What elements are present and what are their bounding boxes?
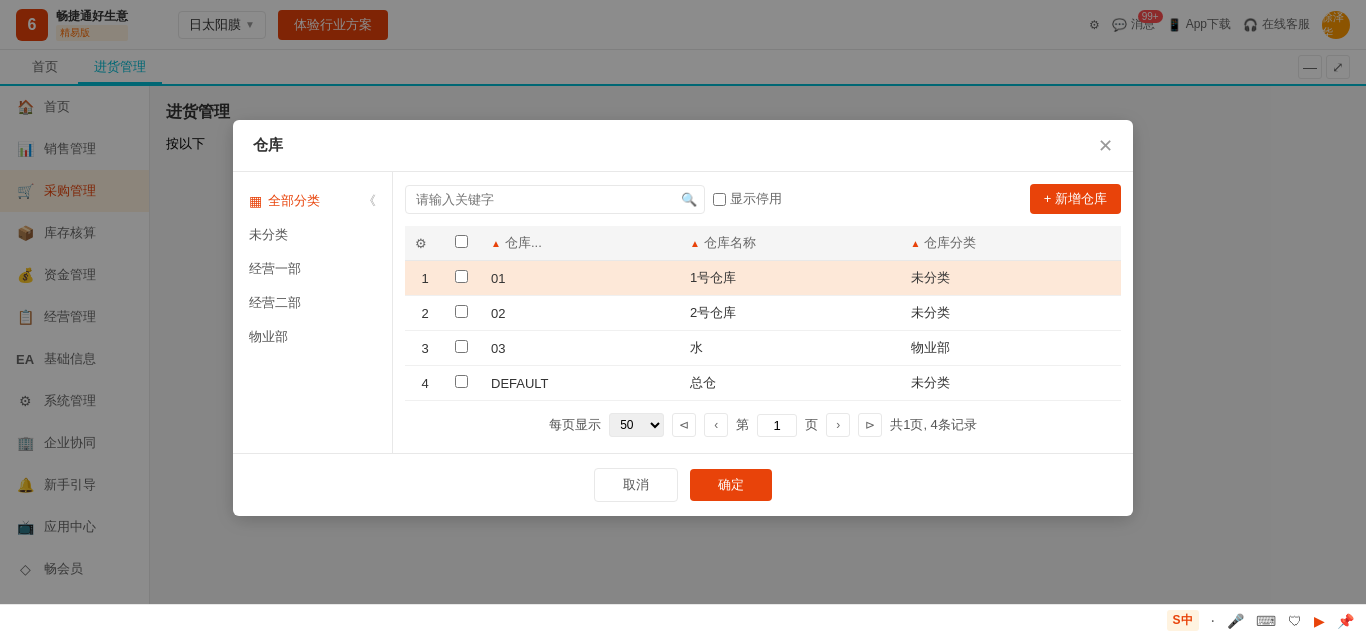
th-name: ▲ 仓库名称 <box>680 226 900 261</box>
category-all-header[interactable]: ▦ 全部分类 《 <box>233 184 392 218</box>
pin-icon[interactable]: 📌 <box>1337 613 1354 629</box>
confirm-button[interactable]: 确定 <box>690 469 772 501</box>
category-item-ops2[interactable]: 经营二部 <box>233 286 392 320</box>
category-all-label: 全部分类 <box>268 192 320 210</box>
row-num-1: 1 <box>405 261 445 296</box>
row-code-2: 02 <box>481 296 680 331</box>
row-code-4: DEFAULT <box>481 366 680 401</box>
row-check-4 <box>445 366 481 401</box>
row-check-2 <box>445 296 481 331</box>
table-row[interactable]: 1 01 1号仓库 未分类 <box>405 261 1121 296</box>
th-code: ▲ 仓库... <box>481 226 680 261</box>
row-category-2: 未分类 <box>901 296 1121 331</box>
search-input[interactable] <box>405 185 705 214</box>
table-panel: 🔍 显示停用 + 新增仓库 ⚙ <box>393 172 1133 453</box>
page-input[interactable] <box>757 414 797 437</box>
search-input-wrap: 🔍 <box>405 185 705 214</box>
row-category-4: 未分类 <box>901 366 1121 401</box>
category-item-ops1[interactable]: 经营一部 <box>233 252 392 286</box>
row-check-3 <box>445 331 481 366</box>
row-name-3: 水 <box>680 331 900 366</box>
collapse-icon[interactable]: 《 <box>363 192 376 210</box>
mic-icon[interactable]: 🎤 <box>1227 613 1244 629</box>
sort-icon: ▲ <box>491 238 501 249</box>
th-checkbox <box>445 226 481 261</box>
page-label-pre: 第 <box>736 416 749 434</box>
next-page-button[interactable]: › <box>826 413 850 437</box>
modal-footer: 取消 确定 <box>233 453 1133 516</box>
table-row[interactable]: 2 02 2号仓库 未分类 <box>405 296 1121 331</box>
prev-page-button[interactable]: ‹ <box>704 413 728 437</box>
add-warehouse-button[interactable]: + 新增仓库 <box>1030 184 1121 214</box>
show-disabled-checkbox[interactable] <box>713 193 726 206</box>
th-category: ▲ 仓库分类 <box>901 226 1121 261</box>
row-code-3: 03 <box>481 331 680 366</box>
dot-indicator: · <box>1211 612 1215 630</box>
sort-icon3: ▲ <box>911 238 921 249</box>
row-name-4: 总仓 <box>680 366 900 401</box>
play-icon[interactable]: ▶ <box>1314 613 1325 629</box>
modal-body: ▦ 全部分类 《 未分类 经营一部 经营二部 物业部 🔍 <box>233 172 1133 453</box>
table-header-row: ⚙ ▲ 仓库... <box>405 226 1121 261</box>
table-container: ⚙ ▲ 仓库... <box>405 226 1121 401</box>
modal-overlay: 仓库 ✕ ▦ 全部分类 《 未分类 经营一部 经营二部 物业部 <box>0 0 1366 636</box>
grid-icon: ▦ <box>249 193 262 209</box>
row-check-1 <box>445 261 481 296</box>
table-head: ⚙ ▲ 仓库... <box>405 226 1121 261</box>
total-info: 共1页, 4条记录 <box>890 416 977 434</box>
row-num-2: 2 <box>405 296 445 331</box>
settings-icon: ⚙ <box>415 236 427 251</box>
search-icon[interactable]: 🔍 <box>681 192 697 207</box>
per-page-label: 每页显示 <box>549 416 601 434</box>
page-label: 页 <box>805 416 818 434</box>
category-item-property[interactable]: 物业部 <box>233 320 392 354</box>
last-page-button[interactable]: ⊳ <box>858 413 882 437</box>
table-body: 1 01 1号仓库 未分类 2 02 2号仓库 <box>405 261 1121 401</box>
row-name-1: 1号仓库 <box>680 261 900 296</box>
shield-icon: 🛡 <box>1288 613 1302 629</box>
row-code-1: 01 <box>481 261 680 296</box>
table-row[interactable]: 4 DEFAULT 总仓 未分类 <box>405 366 1121 401</box>
th-gear: ⚙ <box>405 226 445 261</box>
first-page-button[interactable]: ⊲ <box>672 413 696 437</box>
pagination: 每页显示 50 100 ⊲ ‹ 第 页 › ⊳ 共1页, 4条记录 <box>405 401 1121 441</box>
category-panel: ▦ 全部分类 《 未分类 经营一部 经营二部 物业部 <box>233 172 393 453</box>
sort-icon2: ▲ <box>690 238 700 249</box>
row-category-3: 物业部 <box>901 331 1121 366</box>
category-item-uncategorized[interactable]: 未分类 <box>233 218 392 252</box>
per-page-select[interactable]: 50 100 <box>609 413 664 437</box>
show-disabled-label[interactable]: 显示停用 <box>713 190 782 208</box>
keyboard-icon[interactable]: ⌨ <box>1256 613 1276 629</box>
table-toolbar: 🔍 显示停用 + 新增仓库 <box>405 184 1121 214</box>
row-num-4: 4 <box>405 366 445 401</box>
row-category-1: 未分类 <box>901 261 1121 296</box>
row-name-2: 2号仓库 <box>680 296 900 331</box>
modal-header: 仓库 ✕ <box>233 120 1133 172</box>
modal-title: 仓库 <box>253 136 283 155</box>
warehouse-modal: 仓库 ✕ ▦ 全部分类 《 未分类 经营一部 经营二部 物业部 <box>233 120 1133 516</box>
select-all-checkbox[interactable] <box>455 235 468 248</box>
bottom-bar: S中 · 🎤 ⌨ 🛡 ▶ 📌 <box>0 604 1366 636</box>
modal-close-button[interactable]: ✕ <box>1098 137 1113 155</box>
ime-indicator[interactable]: S中 <box>1167 610 1199 631</box>
row-num-3: 3 <box>405 331 445 366</box>
warehouse-table: ⚙ ▲ 仓库... <box>405 226 1121 401</box>
cancel-button[interactable]: 取消 <box>594 468 678 502</box>
table-row[interactable]: 3 03 水 物业部 <box>405 331 1121 366</box>
